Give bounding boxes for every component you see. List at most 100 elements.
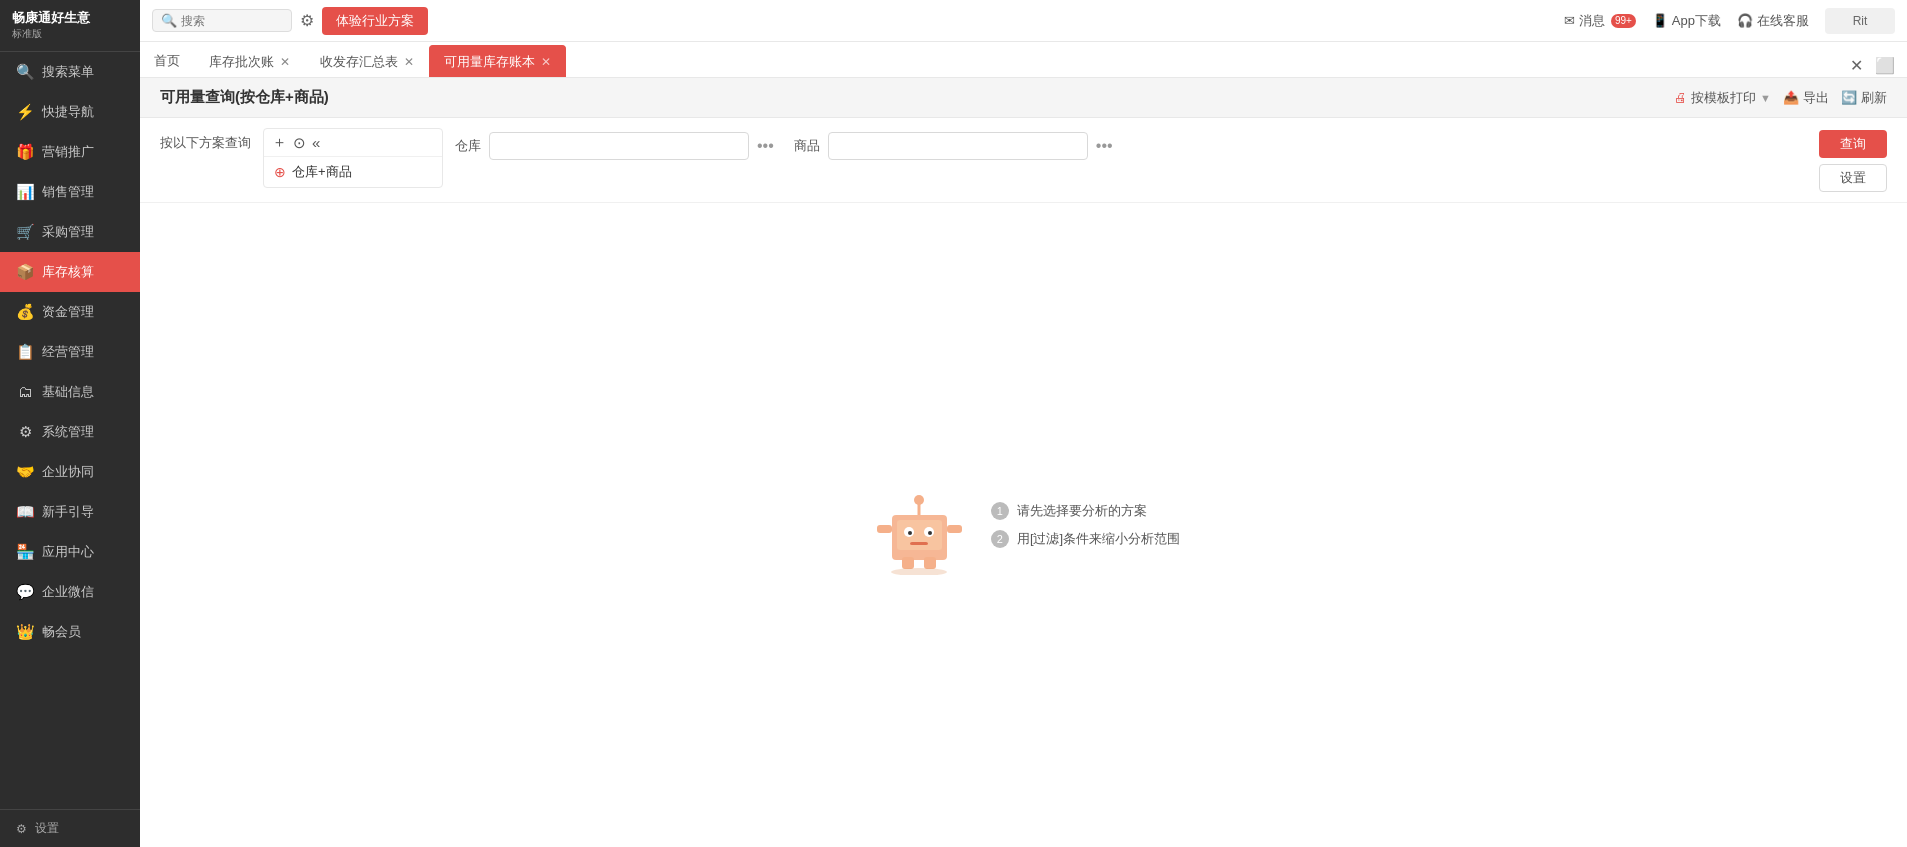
sidebar-item-label: 基础信息 <box>42 383 94 401</box>
message-button[interactable]: ✉ 消息 99+ <box>1564 12 1636 30</box>
topbar-search-box[interactable]: 🔍 <box>152 9 292 32</box>
sidebar-item-label: 库存核算 <box>42 263 94 281</box>
online-service-icon: 🎧 <box>1737 13 1753 28</box>
sidebar-item-label: 新手引导 <box>42 503 94 521</box>
goods-label: 商品 <box>794 137 820 155</box>
scheme-add-button[interactable]: ＋ <box>272 133 287 152</box>
sidebar-item-quick-nav[interactable]: ⚡ 快捷导航 <box>0 92 140 132</box>
setting-button[interactable]: 设置 <box>1819 164 1887 192</box>
brand-name: 畅康通好生意 <box>12 10 128 27</box>
app-download-button[interactable]: 📱 App下载 <box>1652 12 1721 30</box>
sidebar-item-purchase[interactable]: 🛒 采购管理 <box>0 212 140 252</box>
online-service-button[interactable]: 🎧 在线客服 <box>1737 12 1809 30</box>
sidebar-item-system[interactable]: ⚙ 系统管理 <box>0 412 140 452</box>
print-dropdown-icon[interactable]: ▼ <box>1760 92 1771 104</box>
tab-expand-button[interactable]: ⬜ <box>1871 54 1899 77</box>
warehouse-field-group: 仓库 ••• <box>455 132 774 160</box>
topbar-search-input[interactable] <box>181 14 281 28</box>
refresh-action[interactable]: 🔄 刷新 <box>1841 89 1887 107</box>
sidebar-item-member[interactable]: 👑 畅会员 <box>0 612 140 652</box>
scheme-collapse-button[interactable]: « <box>312 134 320 151</box>
goods-dots-button[interactable]: ••• <box>1096 137 1113 155</box>
sidebar-item-operations[interactable]: 📋 经营管理 <box>0 332 140 372</box>
empty-tip-2: 2 用[过滤]条件来缩小分析范围 <box>991 530 1180 548</box>
weixin-icon: 💬 <box>16 583 34 601</box>
tab-close-button[interactable]: ✕ <box>1846 54 1867 77</box>
tip-text-1: 请先选择要分析的方案 <box>1017 502 1147 520</box>
trial-button[interactable]: 体验行业方案 <box>322 7 428 35</box>
finance-icon: 💰 <box>16 303 34 321</box>
svg-point-5 <box>928 531 932 535</box>
sidebar-item-search[interactable]: 🔍 搜索菜单 <box>0 52 140 92</box>
scheme-settings-button[interactable]: ⊙ <box>293 134 306 152</box>
svg-point-13 <box>891 568 947 575</box>
svg-rect-8 <box>947 525 962 533</box>
tab-collect-summary-label: 收发存汇总表 <box>320 53 398 71</box>
sidebar-item-enterprise[interactable]: 🤝 企业协同 <box>0 452 140 492</box>
scheme-item-warehouse-goods[interactable]: ⊕ 仓库+商品 <box>264 157 442 187</box>
sidebar-scroll: 🔍 搜索菜单 ⚡ 快捷导航 🎁 营销推广 📊 销售管理 🛒 采购管理 📦 库存核… <box>0 52 140 809</box>
filter-label: 按以下方案查询 <box>160 128 251 152</box>
export-action[interactable]: 📤 导出 <box>1783 89 1829 107</box>
sidebar-bottom[interactable]: ⚙ 设置 <box>0 809 140 847</box>
home-label: 首页 <box>154 52 180 70</box>
fields-area: 仓库 ••• 商品 ••• <box>455 128 1807 160</box>
tabs-right-actions: ✕ ⬜ <box>1838 54 1907 77</box>
tab-batch-account[interactable]: 库存批次账 ✕ <box>194 45 305 77</box>
sidebar-item-label: 企业协同 <box>42 463 94 481</box>
tab-collect-summary-close[interactable]: ✕ <box>404 55 414 69</box>
topbar-search-icon: 🔍 <box>161 13 177 28</box>
topbar-gear-icon[interactable]: ⚙ <box>300 11 314 30</box>
goods-input[interactable] <box>828 132 1088 160</box>
basic-icon: 🗂 <box>16 383 34 400</box>
query-button[interactable]: 查询 <box>1819 130 1887 158</box>
tab-available-qty[interactable]: 可用量库存账本 ✕ <box>429 45 566 77</box>
sidebar-item-marketing[interactable]: 🎁 营销推广 <box>0 132 140 172</box>
warehouse-input[interactable] <box>489 132 749 160</box>
print-label: 按模板打印 <box>1691 89 1756 107</box>
message-badge: 99+ <box>1611 14 1636 28</box>
svg-rect-9 <box>902 557 914 569</box>
sidebar-item-label: 采购管理 <box>42 223 94 241</box>
sidebar-item-label: 资金管理 <box>42 303 94 321</box>
online-service-label: 在线客服 <box>1757 12 1809 30</box>
sidebar-item-app-center[interactable]: 🏪 应用中心 <box>0 532 140 572</box>
print-action[interactable]: 🖨 按模板打印 ▼ <box>1674 89 1771 107</box>
sidebar-item-label: 应用中心 <box>42 543 94 561</box>
tip-num-2: 2 <box>991 530 1009 548</box>
query-actions: 查询 设置 <box>1819 128 1887 192</box>
tip-num-1: 1 <box>991 502 1009 520</box>
sidebar-item-inventory[interactable]: 📦 库存核算 <box>0 252 140 292</box>
scheme-item-label: 仓库+商品 <box>292 163 352 181</box>
svg-rect-10 <box>924 557 936 569</box>
page-header: 可用量查询(按仓库+商品) 🖨 按模板打印 ▼ 📤 导出 🔄 刷新 <box>140 78 1907 118</box>
sidebar-item-finance[interactable]: 💰 资金管理 <box>0 292 140 332</box>
guide-icon: 📖 <box>16 503 34 521</box>
sidebar-item-weixin[interactable]: 💬 企业微信 <box>0 572 140 612</box>
topbar-right: ✉ 消息 99+ 📱 App下载 🎧 在线客服 Rit <box>1564 8 1895 34</box>
sidebar-item-sales[interactable]: 📊 销售管理 <box>0 172 140 212</box>
sidebar-item-label: 经营管理 <box>42 343 94 361</box>
svg-point-4 <box>908 531 912 535</box>
page-title: 可用量查询(按仓库+商品) <box>160 88 329 107</box>
warehouse-dots-button[interactable]: ••• <box>757 137 774 155</box>
inventory-icon: 📦 <box>16 263 34 281</box>
user-avatar[interactable]: Rit <box>1825 8 1895 34</box>
message-label: 消息 <box>1579 12 1605 30</box>
refresh-icon: 🔄 <box>1841 90 1857 105</box>
sidebar-item-basic[interactable]: 🗂 基础信息 <box>0 372 140 412</box>
sidebar-item-guide[interactable]: 📖 新手引导 <box>0 492 140 532</box>
export-icon: 📤 <box>1783 90 1799 105</box>
tip-text-2: 用[过滤]条件来缩小分析范围 <box>1017 530 1180 548</box>
sidebar: 畅康通好生意 标准版 🔍 搜索菜单 ⚡ 快捷导航 🎁 营销推广 📊 销售管理 🛒… <box>0 0 140 847</box>
tab-collect-summary[interactable]: 收发存汇总表 ✕ <box>305 45 429 77</box>
tab-batch-account-close[interactable]: ✕ <box>280 55 290 69</box>
tab-home[interactable]: 首页 <box>140 45 194 77</box>
page-header-actions: 🖨 按模板打印 ▼ 📤 导出 🔄 刷新 <box>1674 89 1887 107</box>
quick-nav-icon: ⚡ <box>16 103 34 121</box>
sidebar-header: 畅康通好生意 标准版 <box>0 0 140 52</box>
tab-available-qty-close[interactable]: ✕ <box>541 55 551 69</box>
goods-field-group: 商品 ••• <box>794 132 1113 160</box>
user-name: Rit <box>1853 14 1868 28</box>
app-download-label: App下载 <box>1672 12 1721 30</box>
